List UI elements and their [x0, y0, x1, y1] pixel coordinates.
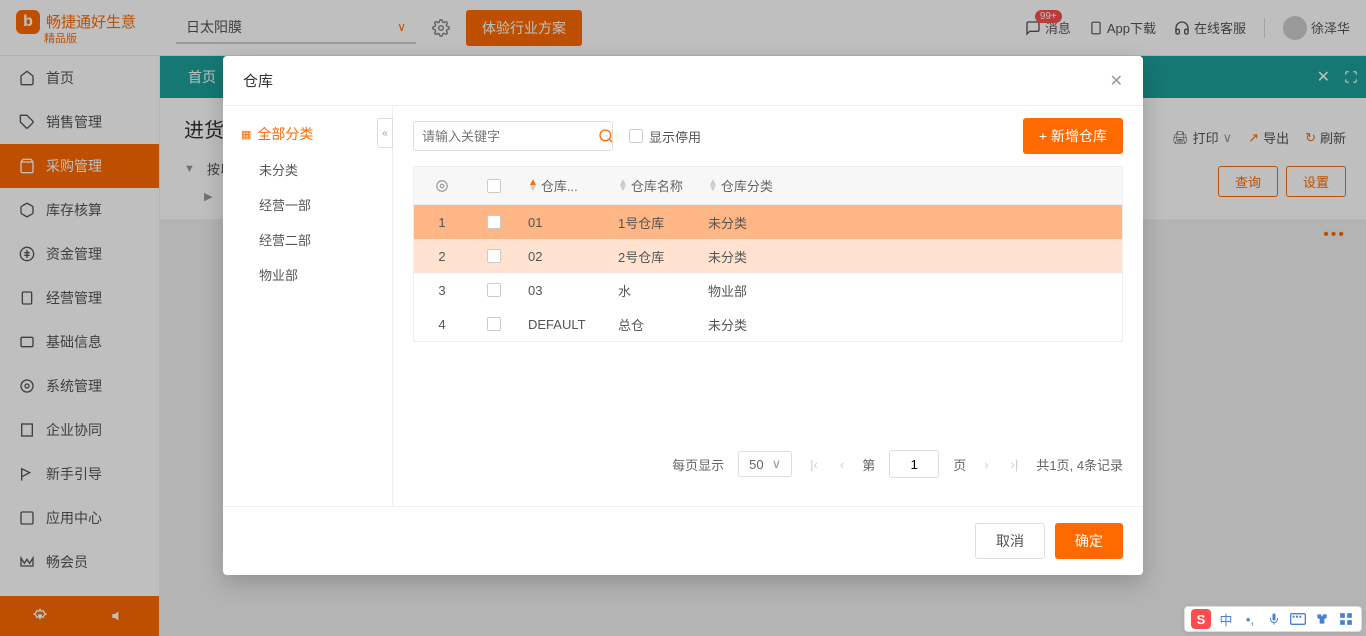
row-index: 2 — [414, 239, 470, 273]
per-page-select[interactable]: 50 ∨ — [738, 451, 792, 477]
warehouse-modal: 仓库 ✕ « ▦ 全部分类 未分类 经营一部 经营二部 物业部 — [223, 56, 1143, 575]
cell-category: 未分类 — [698, 205, 1122, 239]
ime-keyboard-icon[interactable] — [1289, 610, 1307, 628]
last-page-icon[interactable]: ›| — [1007, 457, 1023, 472]
th-category[interactable]: ▲▼仓库分类 — [698, 167, 1122, 204]
search-icon[interactable] — [598, 128, 614, 144]
search-box — [413, 121, 613, 151]
cell-code: 02 — [518, 239, 608, 273]
cell-name: 1号仓库 — [608, 205, 698, 239]
show-disabled-checkbox[interactable]: 显示停用 — [629, 127, 701, 146]
ime-skin-icon[interactable] — [1313, 610, 1331, 628]
modal-title: 仓库 — [243, 70, 273, 91]
ime-logo-icon: S — [1191, 609, 1211, 629]
cell-code: 01 — [518, 205, 608, 239]
sort-icon: ▲▼ — [528, 180, 538, 192]
category-item[interactable]: 未分类 — [223, 152, 392, 187]
category-item[interactable]: 经营一部 — [223, 187, 392, 222]
category-item[interactable]: 经营二部 — [223, 222, 392, 257]
ime-mic-icon[interactable] — [1265, 610, 1283, 628]
cell-name: 水 — [608, 273, 698, 307]
add-warehouse-button[interactable]: + 新增仓库 — [1023, 118, 1123, 154]
checkbox-icon — [629, 129, 643, 143]
modal-header: 仓库 ✕ — [223, 56, 1143, 106]
cancel-button[interactable]: 取消 — [975, 523, 1045, 559]
cell-code: DEFAULT — [518, 307, 608, 341]
th-code[interactable]: ▲▼仓库... — [518, 167, 608, 204]
chevron-down-icon: ∨ — [772, 456, 782, 472]
prev-page-icon[interactable]: ‹ — [836, 457, 848, 472]
search-input[interactable] — [422, 129, 598, 144]
select-all-checkbox[interactable] — [470, 167, 518, 204]
row-index: 4 — [414, 307, 470, 341]
modal-footer: 取消 确定 — [223, 506, 1143, 575]
ime-toolbar[interactable]: S 中 •, — [1184, 606, 1362, 632]
category-root-label: 全部分类 — [257, 124, 313, 144]
cell-name: 总仓 — [608, 307, 698, 341]
row-checkbox[interactable] — [470, 273, 518, 307]
warehouse-table: ▲▼仓库... ▲▼仓库名称 ▲▼仓库分类 1 01 1号仓库 未分类 2 — [413, 166, 1123, 342]
ime-lang-icon[interactable]: 中 — [1217, 610, 1235, 628]
row-index: 1 — [414, 205, 470, 239]
sort-icon: ▲▼ — [618, 180, 628, 192]
cell-code: 03 — [518, 273, 608, 307]
row-checkbox[interactable] — [470, 307, 518, 341]
modal-body: « ▦ 全部分类 未分类 经营一部 经营二部 物业部 — [223, 106, 1143, 506]
category-root[interactable]: ▦ 全部分类 — [223, 116, 392, 152]
modal-main: 显示停用 + 新增仓库 ▲▼仓库... ▲▼仓库名称 ▲▼仓库分类 — [393, 106, 1143, 506]
cell-name: 2号仓库 — [608, 239, 698, 273]
config-column-icon[interactable] — [414, 167, 470, 204]
pagination: 每页显示 50 ∨ |‹ ‹ 第 页 › ›| 共1页, 4条记录 — [413, 434, 1123, 494]
confirm-button[interactable]: 确定 — [1055, 523, 1123, 559]
row-checkbox[interactable] — [470, 205, 518, 239]
sort-icon: ▲▼ — [708, 180, 718, 192]
grid-icon: ▦ — [241, 128, 251, 141]
row-checkbox[interactable] — [470, 239, 518, 273]
ime-toolbox-icon[interactable] — [1337, 610, 1355, 628]
plus-icon: + — [1039, 128, 1051, 144]
table-row[interactable]: 1 01 1号仓库 未分类 — [414, 205, 1122, 239]
table-row[interactable]: 4 DEFAULT 总仓 未分类 — [414, 307, 1122, 341]
category-tree: « ▦ 全部分类 未分类 经营一部 经营二部 物业部 — [223, 106, 393, 506]
collapse-tree-icon[interactable]: « — [377, 118, 393, 148]
search-toolbar: 显示停用 + 新增仓库 — [413, 118, 1123, 154]
cell-category: 未分类 — [698, 239, 1122, 273]
modal-overlay: 仓库 ✕ « ▦ 全部分类 未分类 经营一部 经营二部 物业部 — [0, 0, 1366, 636]
row-index: 3 — [414, 273, 470, 307]
page-summary: 共1页, 4条记录 — [1036, 455, 1123, 474]
page-input[interactable] — [889, 450, 939, 478]
ime-punct-icon[interactable]: •, — [1241, 610, 1259, 628]
page-suf-label: 页 — [953, 455, 966, 474]
category-item[interactable]: 物业部 — [223, 257, 392, 292]
cell-category: 未分类 — [698, 307, 1122, 341]
close-icon[interactable]: ✕ — [1110, 71, 1123, 91]
page-pre-label: 第 — [862, 455, 875, 474]
th-name[interactable]: ▲▼仓库名称 — [608, 167, 698, 204]
show-disabled-label: 显示停用 — [649, 127, 701, 146]
per-page-label: 每页显示 — [672, 455, 724, 474]
table-row[interactable]: 3 03 水 物业部 — [414, 273, 1122, 307]
table-row[interactable]: 2 02 2号仓库 未分类 — [414, 239, 1122, 273]
table-header: ▲▼仓库... ▲▼仓库名称 ▲▼仓库分类 — [414, 167, 1122, 205]
next-page-icon[interactable]: › — [980, 457, 992, 472]
first-page-icon[interactable]: |‹ — [806, 457, 822, 472]
cell-category: 物业部 — [698, 273, 1122, 307]
